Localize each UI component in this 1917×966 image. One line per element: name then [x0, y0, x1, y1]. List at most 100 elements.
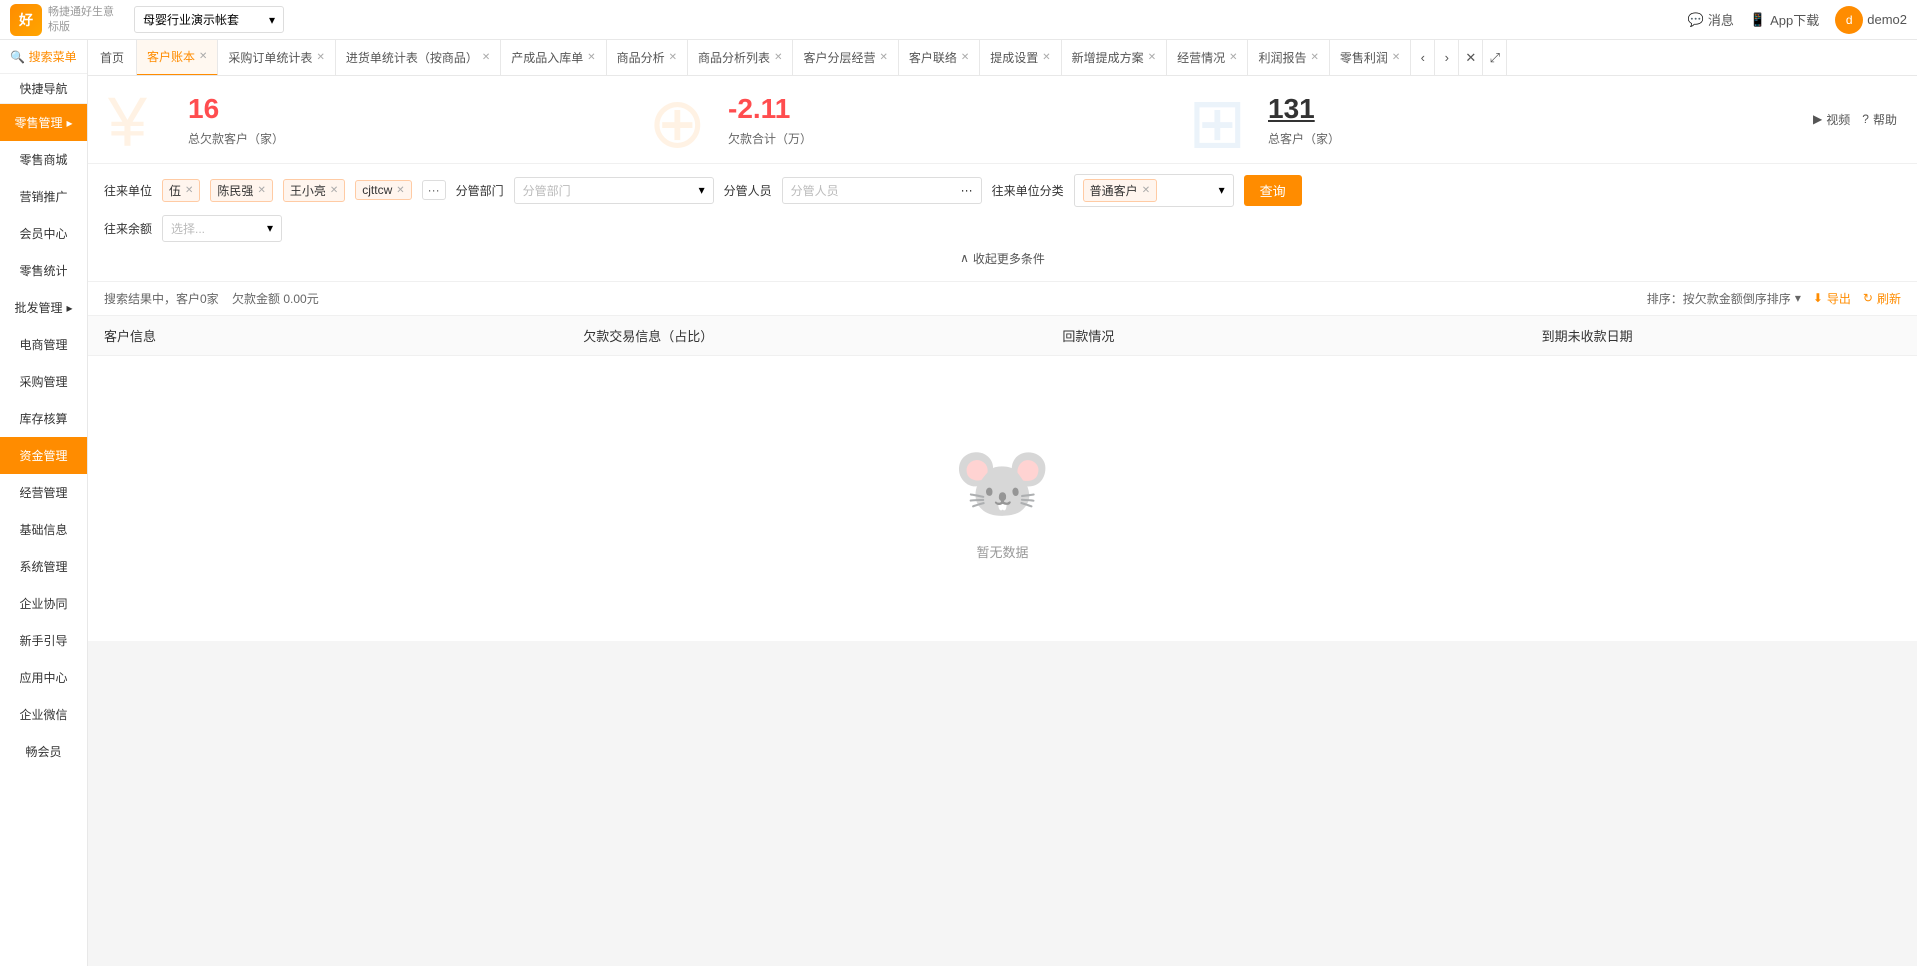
sidebar-item-collab[interactable]: 企业协同 — [0, 585, 87, 622]
tab-profit-report[interactable]: 利润报告 ✕ — [1248, 40, 1329, 76]
filter-row-2: 往来余额 选择... ▾ — [104, 215, 1901, 242]
message-icon: 💬 — [1688, 12, 1704, 28]
tab-customer-contact[interactable]: 客户联络 ✕ — [899, 40, 980, 76]
col-repay-info: 回款情况 — [1062, 326, 1541, 345]
tab-add-commission[interactable]: 新增提成方案 ✕ — [1062, 40, 1167, 76]
video-btn[interactable]: ▶ 视频 — [1813, 111, 1850, 128]
tab-commission-settings[interactable]: 提成设置 ✕ — [980, 40, 1061, 76]
chevron-down-icon: ▾ — [269, 13, 275, 27]
chevron-down-icon: ▾ — [1219, 183, 1225, 197]
dept-selector[interactable]: 分管部门 ▾ — [514, 177, 714, 204]
stat-value-all-customers: 131 — [1268, 92, 1315, 126]
sort-button[interactable]: 排序：按欠款金额倒序排序 ▾ — [1647, 290, 1801, 307]
sidebar-item-purchase[interactable]: 采购管理 — [0, 363, 87, 400]
unit-class-tag[interactable]: 普通客户 ✕ — [1083, 179, 1157, 202]
stat-label-customers: 总欠款客户（家） — [188, 130, 284, 147]
tab-close-icon[interactable]: ✕ — [1311, 52, 1319, 63]
sidebar-item-member-center[interactable]: 会员中心 — [0, 215, 87, 252]
stats-bar: ¥ 16 总欠款客户（家） ⊕ -2.11 欠款合计（万） — [88, 76, 1917, 164]
sidebar-item-retail-mall[interactable]: 零售商城 — [0, 141, 87, 178]
tab-prev-btn[interactable]: ‹ — [1411, 40, 1435, 76]
col-debt-info: 欠款交易信息（占比） — [583, 326, 1062, 345]
sidebar-item-inventory[interactable]: 库存核算 — [0, 400, 87, 437]
tab-inbound-stats[interactable]: 进货单统计表（按商品） ✕ — [336, 40, 501, 76]
remove-tag-icon[interactable]: ✕ — [396, 185, 404, 196]
sidebar-item-member[interactable]: 畅会员 — [0, 733, 87, 770]
remove-tag-icon[interactable]: ✕ — [330, 185, 338, 196]
remove-tag-icon[interactable]: ✕ — [185, 185, 193, 196]
tab-close-icon[interactable]: ✕ — [1229, 52, 1237, 63]
quick-nav[interactable]: 快捷导航 — [0, 74, 87, 104]
sidebar-item-wholesale[interactable]: 批发管理 ▸ — [0, 289, 87, 326]
filter-tag-wu[interactable]: 伍 ✕ — [162, 179, 200, 202]
dept-label: 分管部门 — [456, 182, 504, 199]
tab-operations[interactable]: 经营情况 ✕ — [1167, 40, 1248, 76]
sidebar-item-app-center[interactable]: 应用中心 — [0, 659, 87, 696]
query-button[interactable]: 查询 — [1244, 175, 1302, 206]
person-label: 分管人员 — [724, 182, 772, 199]
remove-tag-icon[interactable]: ✕ — [257, 185, 265, 196]
remove-unit-class-icon[interactable]: ✕ — [1142, 185, 1150, 196]
tab-close-icon[interactable]: ✕ — [1148, 52, 1156, 63]
tab-home[interactable]: 首页 — [88, 40, 137, 76]
search-icon: 🔍 — [10, 50, 25, 64]
tab-retail-profit[interactable]: 零售利润 ✕ — [1330, 40, 1411, 76]
unit-class-selector[interactable]: 普通客户 ✕ ▾ — [1074, 174, 1234, 207]
person-selector[interactable]: 分管人员 ··· — [782, 177, 982, 204]
filter-row-1: 往来单位 伍 ✕ 陈民强 ✕ 王小亮 ✕ — [104, 174, 1901, 207]
messages-button[interactable]: 💬 消息 — [1688, 10, 1734, 29]
tab-close-icon[interactable]: ✕ — [669, 52, 677, 63]
filter-tag-chen[interactable]: 陈民强 ✕ — [210, 179, 272, 202]
app-download-button[interactable]: 📱 App下载 — [1750, 10, 1819, 29]
export-button[interactable]: ⬇ 导出 — [1813, 290, 1851, 307]
tab-close-icon[interactable]: ✕ — [774, 52, 782, 63]
tab-close-icon[interactable]: ✕ — [1042, 52, 1050, 63]
filter-tag-cjttcw[interactable]: cjttcw ✕ — [355, 180, 411, 200]
stat-icon-1: ¥ — [108, 82, 147, 162]
sidebar-item-finance[interactable]: 资金管理 — [0, 437, 87, 474]
tab-close-icon[interactable]: ✕ — [1392, 52, 1400, 63]
tab-close-icon[interactable]: ✕ — [482, 52, 490, 63]
tab-close-icon[interactable]: ✕ — [879, 52, 887, 63]
tab-next-btn[interactable]: › — [1435, 40, 1459, 76]
empty-state: 🐭 暂无数据 — [88, 356, 1917, 641]
sidebar-item-newbie[interactable]: 新手引导 — [0, 622, 87, 659]
tab-maximize-btn[interactable]: ⤢ — [1483, 40, 1507, 76]
help-btn[interactable]: ? 帮助 — [1862, 111, 1897, 128]
more-tags-btn[interactable]: ··· — [422, 180, 446, 200]
account-selector[interactable]: 母婴行业演示帐套 ▾ — [134, 6, 284, 33]
tab-product-analysis-list[interactable]: 商品分析列表 ✕ — [688, 40, 793, 76]
tab-customer-ledger[interactable]: 客户账本 ✕ — [137, 40, 218, 76]
tab-close-icon[interactable]: ✕ — [199, 51, 207, 62]
sidebar-item-wecom[interactable]: 企业微信 — [0, 696, 87, 733]
search-menu[interactable]: 🔍 搜索菜单 — [0, 40, 87, 74]
sidebar-item-retail-mgmt[interactable]: 零售管理 ▸ — [0, 104, 87, 141]
filter-tag-wang[interactable]: 王小亮 ✕ — [283, 179, 345, 202]
refresh-button[interactable]: ↻ 刷新 — [1863, 290, 1901, 307]
sidebar-item-retail-stats[interactable]: 零售统计 — [0, 252, 87, 289]
avatar: d — [1835, 6, 1863, 34]
tab-close-all-btn[interactable]: ✕ — [1459, 40, 1483, 76]
tab-product-inbound[interactable]: 产成品入库单 ✕ — [501, 40, 606, 76]
tab-customer-segmentation[interactable]: 客户分层经营 ✕ — [793, 40, 898, 76]
tab-product-analysis[interactable]: 商品分析 ✕ — [607, 40, 688, 76]
balance-selector[interactable]: 选择... ▾ — [162, 215, 282, 242]
chevron-icon: ▸ — [66, 116, 72, 130]
sidebar-item-operations[interactable]: 经营管理 — [0, 474, 87, 511]
sidebar-item-system[interactable]: 系统管理 — [0, 548, 87, 585]
tab-close-icon[interactable]: ✕ — [587, 52, 595, 63]
sidebar-item-marketing[interactable]: 营销推广 — [0, 178, 87, 215]
sidebar-item-ecommerce[interactable]: 电商管理 — [0, 326, 87, 363]
collapse-btn[interactable]: ∧ 收起更多条件 — [104, 250, 1901, 267]
unit-class-label: 往来单位分类 — [992, 182, 1064, 199]
balance-label: 往来余额 — [104, 220, 152, 237]
sidebar-item-basic-info[interactable]: 基础信息 — [0, 511, 87, 548]
tab-purchase-order-stats[interactable]: 采购订单统计表 ✕ — [218, 40, 335, 76]
results-summary: 搜索结果中，客户0家 欠款金额 0.00元 — [104, 290, 319, 307]
page-content: ¥ 16 总欠款客户（家） ⊕ -2.11 欠款合计（万） — [88, 76, 1917, 966]
tab-close-icon[interactable]: ✕ — [961, 52, 969, 63]
filter-area: 往来单位 伍 ✕ 陈民强 ✕ 王小亮 ✕ — [88, 164, 1917, 282]
tab-close-icon[interactable]: ✕ — [316, 52, 324, 63]
play-icon: ▶ — [1813, 112, 1822, 126]
user-menu[interactable]: d demo2 — [1835, 6, 1907, 34]
